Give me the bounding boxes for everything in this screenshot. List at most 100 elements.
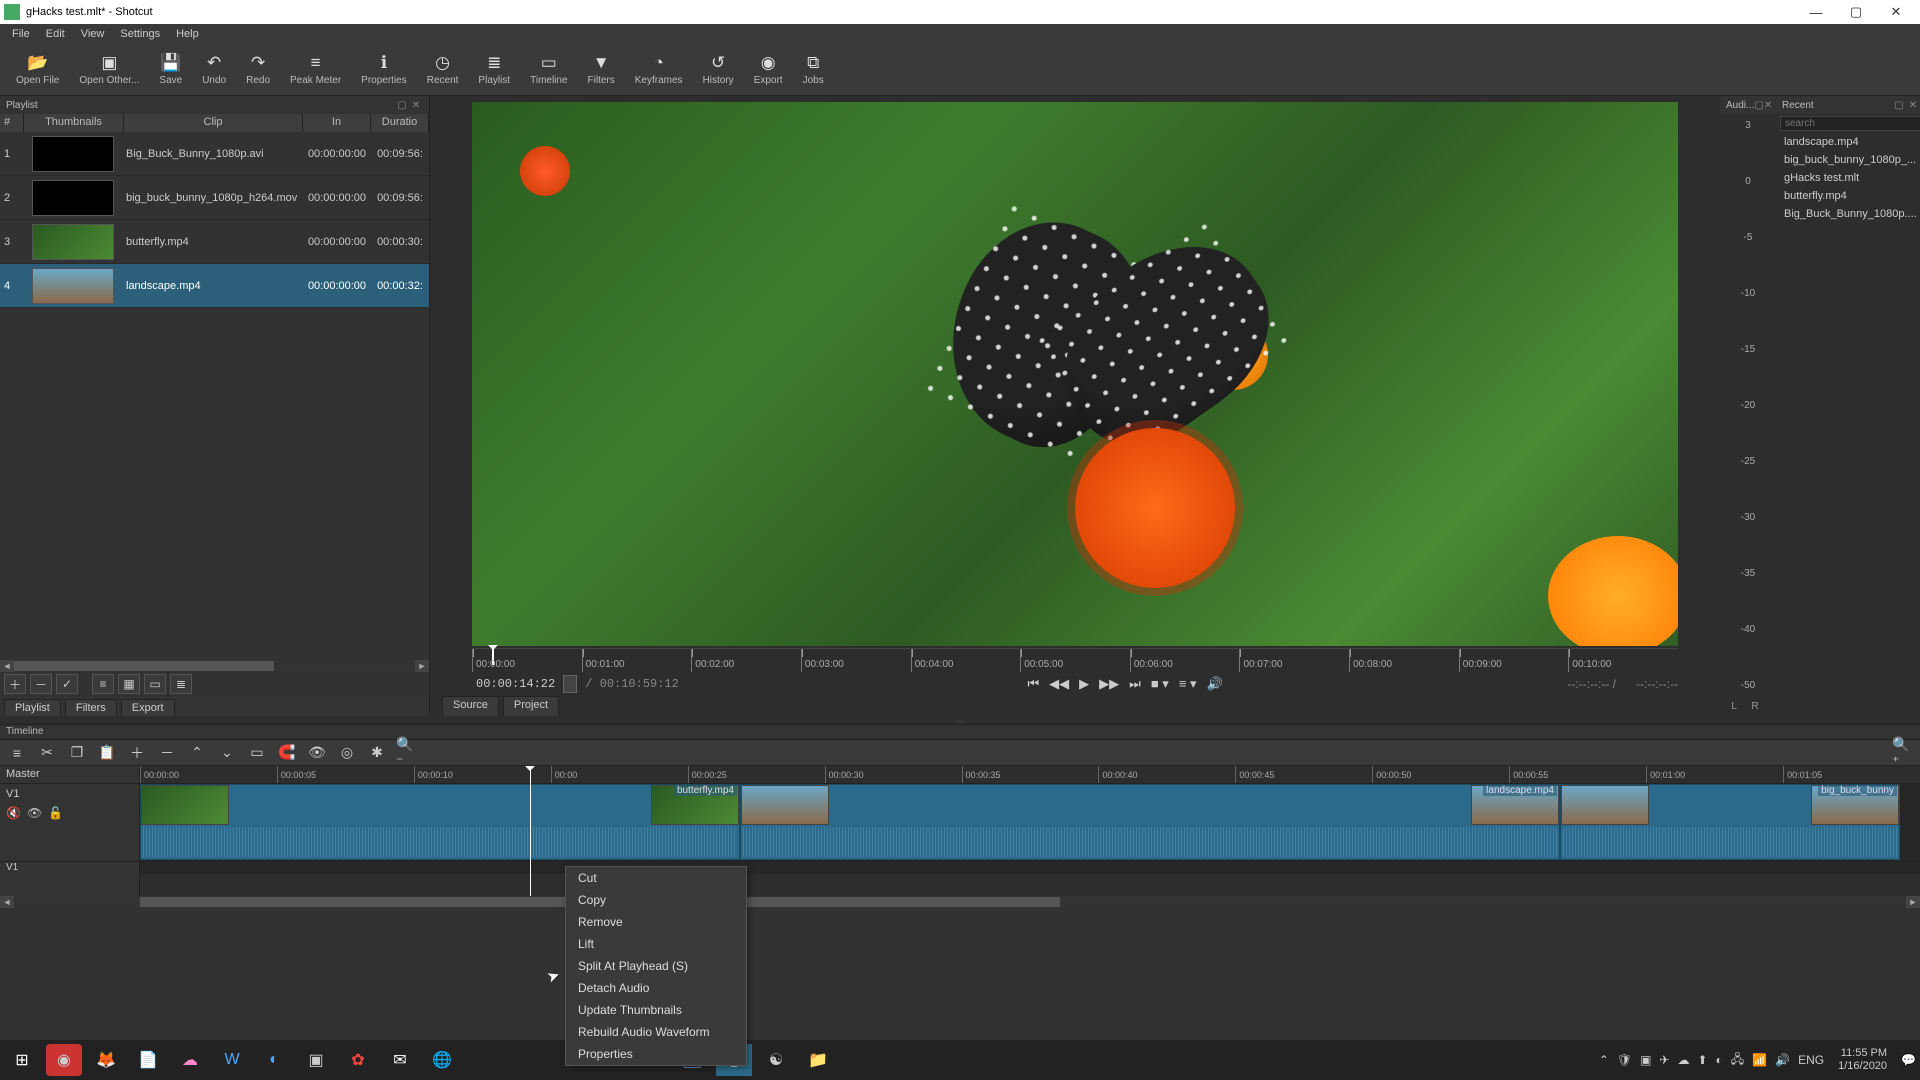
tray-icon[interactable]: ☁ [1677,1053,1689,1067]
paste-icon[interactable]: 📋 [96,743,118,763]
tray-icon[interactable]: ◐ [1716,1053,1723,1067]
rewind-button[interactable]: ◀◀ [1049,676,1069,692]
tray-icon[interactable]: 🛡 [1617,1053,1632,1067]
taskbar-app[interactable]: ☁ [172,1044,208,1076]
context-update-thumbnails[interactable]: Update Thumbnails [566,999,746,1021]
playlist-check-button[interactable]: ✓ [56,674,78,694]
maximize-button[interactable]: ▢ [1836,1,1876,23]
copy-icon[interactable]: ❐ [66,743,88,763]
track-v1-header[interactable]: V1 🔇 👁 🔓 [0,784,139,862]
taskbar-app[interactable]: 📁 [800,1044,836,1076]
toolbar-filtersbutton[interactable]: ▼Filters [578,46,625,94]
snap-icon[interactable]: 🧲 [276,743,298,763]
taskbar-mail[interactable]: ✉ [382,1044,418,1076]
tray-icon[interactable]: ⬆ [1697,1053,1707,1067]
toolbar-recentbutton[interactable]: ◷Recent [417,46,469,94]
recent-item[interactable]: landscape.mp4 [1776,133,1920,151]
tray-wifi-icon[interactable]: 📶 [1752,1053,1767,1067]
playlist-add-button[interactable]: ＋ [4,674,26,694]
forward-button[interactable]: ▶▶ [1099,676,1119,692]
playlist-view-icons-icon[interactable]: ▭ [144,674,166,694]
taskbar-app[interactable]: ☯ [758,1044,794,1076]
tab-playlist[interactable]: Playlist [4,699,61,716]
tray-icon[interactable]: 🖧 [1731,1050,1744,1071]
ripple-icon[interactable]: ◎ [336,743,358,763]
scrub-icon[interactable]: 👁 [306,743,328,763]
minimize-button[interactable]: — [1796,1,1836,23]
close-panel-icon[interactable]: ✕ [1764,100,1772,111]
toolbar-peak-meterbutton[interactable]: ≡Peak Meter [280,46,351,94]
zoom-out-icon[interactable]: 🔍⁻ [396,743,418,763]
playlist-row[interactable]: 3butterfly.mp400:00:00:0000:00:30: [0,220,429,264]
menu-file[interactable]: File [4,26,38,42]
taskbar-app[interactable]: ◐ [256,1044,292,1076]
tab-project[interactable]: Project [503,696,559,716]
tray-icon[interactable]: ✈ [1659,1053,1669,1067]
taskbar-app[interactable]: ✿ [340,1044,376,1076]
tray-volume-icon[interactable]: 🔊 [1775,1053,1790,1067]
panel-splitter[interactable]: ⋯ [0,716,1920,724]
undock-icon[interactable]: ▢ [1754,100,1763,111]
track-v1b-header[interactable]: V1 [0,862,139,874]
menu-edit[interactable]: Edit [38,26,73,42]
toolbar-keyframesbutton[interactable]: ◔Keyframes [625,46,693,94]
taskbar-clock[interactable]: 11:55 PM1/16/2020 [1832,1047,1893,1073]
toolbar-undobutton[interactable]: ↶Undo [192,46,236,94]
recent-search-input[interactable] [1780,116,1920,131]
taskbar-chrome[interactable]: 🌐 [424,1044,460,1076]
playlist-menu-icon[interactable]: ≣ [170,674,192,694]
taskbar-terminal[interactable]: ▣ [298,1044,334,1076]
close-panel-icon[interactable]: ✕ [409,100,423,111]
playlist-remove-button[interactable]: － [30,674,52,694]
taskbar-word[interactable]: W [214,1044,250,1076]
taskbar-app[interactable]: 📄 [130,1044,166,1076]
context-properties[interactable]: Properties [566,1043,746,1065]
windows-taskbar[interactable]: ⊞ ◉ 🦊 📄 ☁ W ◐ ▣ ✿ ✉ 🌐 ▭ 🖼 ▮ ☯ 📁 ⌃ 🛡 ▣ ✈ … [0,1040,1920,1080]
preview-monitor[interactable] [472,102,1678,646]
lift-icon[interactable]: ⌃ [186,743,208,763]
close-panel-icon[interactable]: ✕ [1906,100,1920,111]
menu-help[interactable]: Help [168,26,207,42]
tab-export[interactable]: Export [121,699,175,716]
timeline-ruler[interactable]: 00:00:0000:00:0500:00:1000:0000:00:2500:… [140,766,1920,784]
tray-icon[interactable]: ▣ [1640,1053,1651,1067]
skip-start-button[interactable]: ⏮ [1027,676,1039,692]
overwrite-icon[interactable]: ⌄ [216,743,238,763]
system-tray[interactable]: ⌃ 🛡 ▣ ✈ ☁ ⬆ ◐ 🖧 📶 🔊 ENG 11:55 PM1/16/202… [1599,1047,1916,1073]
timeline-playhead[interactable] [530,766,531,896]
playlist-row[interactable]: 4landscape.mp400:00:00:0000:00:32: [0,264,429,308]
undock-icon[interactable]: ▢ [395,100,409,111]
stop-button[interactable]: ■ ▾ [1151,676,1169,692]
timeline-clip[interactable]: butterfly.mp4 [140,784,740,860]
track-lock-icon[interactable]: 🔓 [48,806,63,820]
recent-item[interactable]: butterfly.mp4 [1776,187,1920,205]
playlist-row[interactable]: 1Big_Buck_Bunny_1080p.avi00:00:00:0000:0… [0,132,429,176]
playlist-row[interactable]: 2big_buck_bunny_1080p_h264.mov00:00:00:0… [0,176,429,220]
current-timecode[interactable]: 00:00:14:22 [472,677,559,691]
tray-icon[interactable]: ⌃ [1599,1053,1609,1067]
volume-button[interactable]: 🔊 [1207,676,1223,692]
toolbar-historybutton[interactable]: ↺History [693,46,744,94]
toolbar-exportbutton[interactable]: ◉Export [744,46,793,94]
recent-item[interactable]: big_buck_bunny_1080p_... [1776,151,1920,169]
play-button[interactable]: ▶ [1079,676,1089,692]
context-cut[interactable]: Cut [566,867,746,889]
split-icon[interactable]: ▭ [246,743,268,763]
context-lift[interactable]: Lift [566,933,746,955]
tray-language[interactable]: ENG [1798,1053,1824,1067]
cut-icon[interactable]: ✂ [36,743,58,763]
zoom-in-icon[interactable]: 🔍⁺ [1892,743,1914,763]
recent-item[interactable]: gHacks test.mlt [1776,169,1920,187]
append-icon[interactable]: ＋ [126,743,148,763]
close-button[interactable]: ✕ [1876,1,1916,23]
track-v1[interactable]: butterfly.mp4landscape.mp4big_buck_bunny [140,784,1920,862]
timeline-scrollbar[interactable]: ◄► [0,896,1920,908]
playlist-view-list-icon[interactable]: ≡ [92,674,114,694]
timeline-clip[interactable]: landscape.mp4 [740,784,1560,860]
menu-view[interactable]: View [73,26,113,42]
timeline-menu-icon[interactable]: ≡ [6,743,28,763]
viewer-ruler[interactable]: 00:00:0000:01:0000:02:0000:03:0000:04:00… [472,648,1678,672]
taskbar-app[interactable]: ◉ [46,1044,82,1076]
playlist-scrollbar[interactable]: ◄► [0,660,429,672]
context-copy[interactable]: Copy [566,889,746,911]
